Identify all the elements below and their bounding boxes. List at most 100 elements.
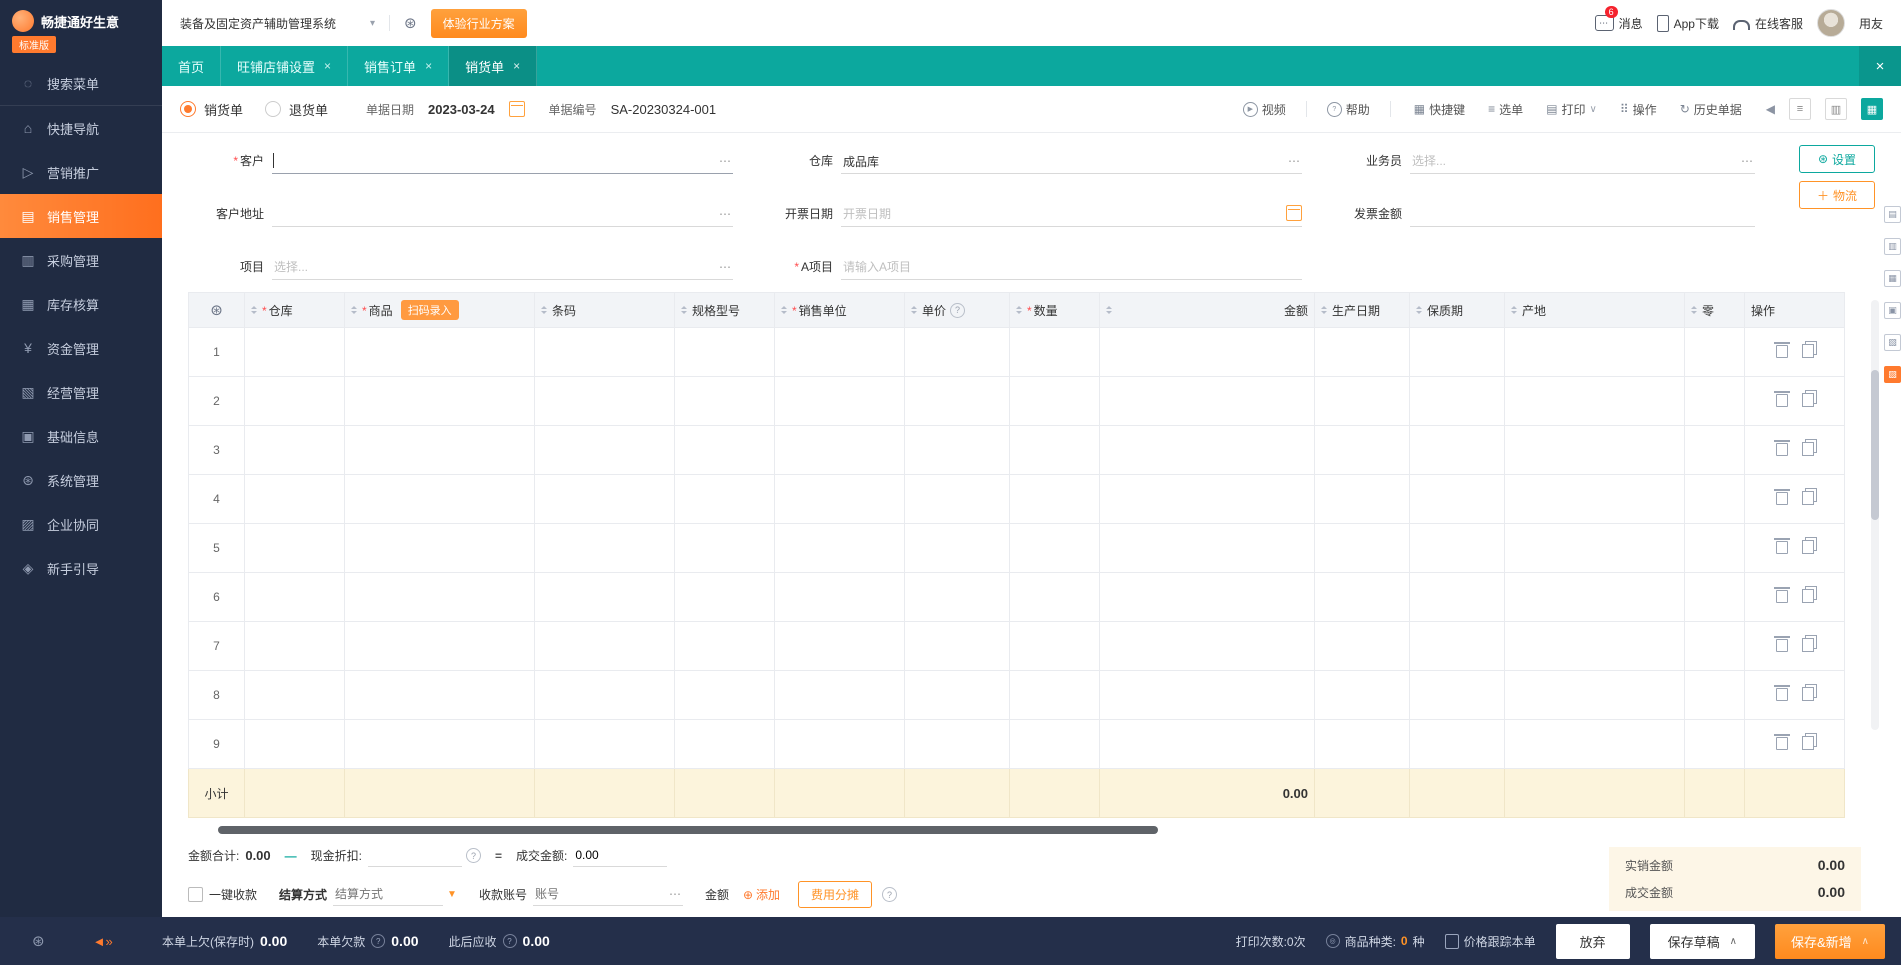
- sidebar-item-sales[interactable]: ▤ 销售管理: [0, 194, 162, 238]
- grid-cell[interactable]: [344, 621, 535, 671]
- sort-icon[interactable]: [1416, 303, 1422, 317]
- cancel-button[interactable]: 放弃: [1555, 923, 1630, 959]
- row-delete-icon[interactable]: [1773, 439, 1790, 456]
- fee-share-button[interactable]: 费用分摊: [798, 881, 873, 908]
- row-delete-icon[interactable]: [1773, 488, 1790, 505]
- close-all-tabs-button[interactable]: ×: [1859, 46, 1901, 86]
- grid-cell[interactable]: [674, 376, 775, 426]
- side-panel-icon[interactable]: ▣: [1884, 302, 1901, 319]
- grid-cell[interactable]: [1099, 523, 1315, 573]
- customer-input[interactable]: [272, 150, 733, 172]
- grid-cell[interactable]: [534, 376, 675, 426]
- sort-icon[interactable]: [351, 303, 357, 317]
- column-header-3[interactable]: 条码: [534, 292, 675, 328]
- grid-cell[interactable]: [1504, 376, 1685, 426]
- tab-3[interactable]: 销货单 ×: [449, 46, 538, 86]
- sort-icon[interactable]: [541, 303, 547, 317]
- grid-cell[interactable]: [904, 327, 1010, 377]
- row-delete-icon[interactable]: [1773, 733, 1790, 750]
- view-list-button[interactable]: ≡: [1789, 98, 1811, 120]
- grid-cell[interactable]: [904, 425, 1010, 475]
- sort-icon[interactable]: [1106, 303, 1112, 317]
- speaker-icon[interactable]: ◄»: [93, 934, 113, 949]
- salesman-input[interactable]: [1410, 150, 1755, 172]
- grid-cell[interactable]: [1409, 327, 1505, 377]
- save-draft-button[interactable]: 保存草稿 ∧: [1649, 923, 1755, 959]
- grid-cell[interactable]: [534, 621, 675, 671]
- row-copy-icon[interactable]: [1801, 343, 1814, 358]
- grid-cell[interactable]: [1099, 376, 1315, 426]
- grid-cell[interactable]: [1409, 670, 1505, 720]
- view-compact-button[interactable]: ▥: [1825, 98, 1847, 120]
- tab-close-icon[interactable]: ×: [324, 59, 331, 73]
- grid-cell[interactable]: [1009, 621, 1100, 671]
- video-button[interactable]: ▶ 视频: [1242, 101, 1286, 118]
- sort-icon[interactable]: [781, 303, 787, 317]
- account-input[interactable]: [532, 886, 627, 902]
- row-delete-icon[interactable]: [1773, 586, 1790, 603]
- grid-cell[interactable]: [774, 670, 905, 720]
- column-header-13[interactable]: 操作: [1744, 292, 1845, 328]
- grid-cell[interactable]: [904, 523, 1010, 573]
- grid-cell[interactable]: [1314, 523, 1410, 573]
- avatar[interactable]: [1816, 9, 1845, 37]
- grid-cell[interactable]: [904, 670, 1010, 720]
- grid-cell[interactable]: [1099, 719, 1315, 769]
- grid-cell[interactable]: [1009, 376, 1100, 426]
- save-new-button[interactable]: 保存&新增 ∧: [1775, 923, 1885, 959]
- scrollbar-thumb[interactable]: [1871, 370, 1879, 520]
- radio-return-order[interactable]: [265, 101, 282, 117]
- grid-cell[interactable]: [674, 719, 775, 769]
- grid-cell[interactable]: [1684, 425, 1745, 475]
- sort-icon[interactable]: [1016, 303, 1022, 317]
- grid-cell[interactable]: [534, 474, 675, 524]
- grid-cell[interactable]: [1684, 327, 1745, 377]
- column-header-12[interactable]: 零: [1684, 292, 1745, 328]
- vertical-scrollbar[interactable]: [1871, 300, 1879, 730]
- grid-cell[interactable]: [244, 572, 345, 622]
- grid-cell[interactable]: [774, 719, 905, 769]
- grid-cell[interactable]: [1009, 474, 1100, 524]
- sidebar-item-search[interactable]: ◌ 搜索菜单: [0, 61, 162, 106]
- grid-cell[interactable]: [1684, 719, 1745, 769]
- history-button[interactable]: ↻ 历史单据: [1680, 101, 1742, 118]
- horizontal-scrollbar[interactable]: [218, 826, 1158, 834]
- settings-button[interactable]: ⊛ 设置: [1799, 145, 1875, 173]
- grid-cell[interactable]: [1684, 572, 1745, 622]
- cash-discount-input[interactable]: [368, 847, 462, 863]
- grid-cell[interactable]: [1504, 670, 1685, 720]
- side-panel-icon[interactable]: ▤: [1884, 206, 1901, 223]
- online-service-button[interactable]: 在线客服: [1732, 15, 1803, 32]
- system-select[interactable]: 装备及固定资产辅助管理系统 ▾: [180, 15, 375, 32]
- account-picker-icon[interactable]: ⋯: [669, 887, 681, 901]
- grid-cell[interactable]: [774, 425, 905, 475]
- grid-cell[interactable]: [1684, 474, 1745, 524]
- tab-1[interactable]: 旺铺店铺设置 ×: [221, 46, 349, 86]
- grid-cell[interactable]: [1009, 719, 1100, 769]
- grid-cell[interactable]: [1504, 572, 1685, 622]
- warehouse-picker-icon[interactable]: ⋯: [1288, 154, 1300, 168]
- sidebar-item-system[interactable]: ⊛ 系统管理: [0, 458, 162, 502]
- grid-cell[interactable]: [1099, 621, 1315, 671]
- column-header-5[interactable]: * 销售单位: [774, 292, 905, 328]
- sidebar-item-operation[interactable]: ▧ 经营管理: [0, 370, 162, 414]
- row-copy-icon[interactable]: [1801, 392, 1814, 407]
- radio-sales-order[interactable]: [180, 101, 196, 117]
- invoice-calendar-icon[interactable]: [1286, 204, 1302, 221]
- grid-cell[interactable]: [1009, 327, 1100, 377]
- row-copy-icon[interactable]: [1801, 686, 1814, 701]
- grid-cell[interactable]: [244, 425, 345, 475]
- grid-cell[interactable]: [244, 523, 345, 573]
- customer-picker-icon[interactable]: ⋯: [719, 154, 731, 168]
- grid-cell[interactable]: [1504, 474, 1685, 524]
- grid-cell[interactable]: [1684, 376, 1745, 426]
- warehouse-input[interactable]: [841, 150, 1302, 172]
- grid-cell[interactable]: [1504, 621, 1685, 671]
- grid-cell[interactable]: [244, 474, 345, 524]
- row-delete-icon[interactable]: [1773, 390, 1790, 407]
- grid-cell[interactable]: [1504, 719, 1685, 769]
- grid-cell[interactable]: [904, 621, 1010, 671]
- row-delete-icon[interactable]: [1773, 684, 1790, 701]
- grid-cell[interactable]: [774, 621, 905, 671]
- row-copy-icon[interactable]: [1801, 490, 1814, 505]
